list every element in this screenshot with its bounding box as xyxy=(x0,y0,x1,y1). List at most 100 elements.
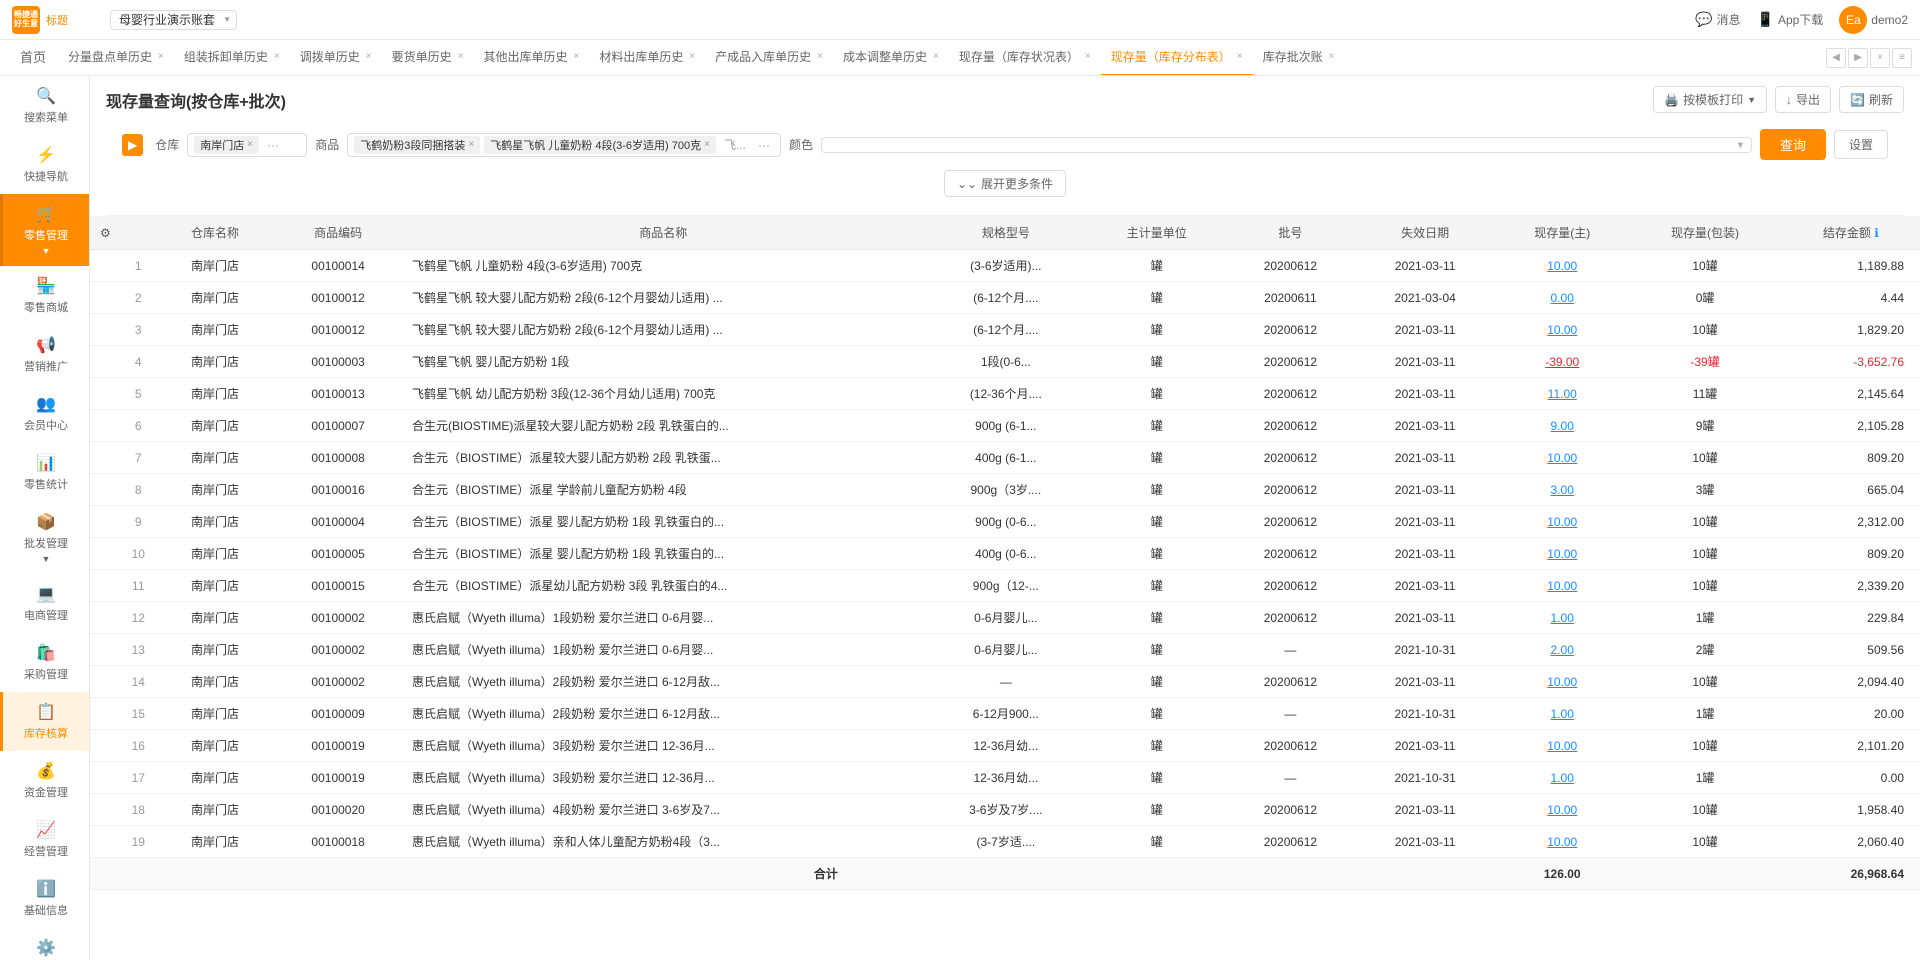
row-qty-main[interactable]: 9.00 xyxy=(1496,410,1628,442)
row-qty-main[interactable]: 11.00 xyxy=(1496,378,1628,410)
row-settings[interactable] xyxy=(90,698,121,730)
sidebar-item-finance[interactable]: 💰 资金管理 xyxy=(0,751,89,810)
tab-close-icon[interactable]: × xyxy=(158,51,164,62)
tab-close-icon[interactable]: × xyxy=(1329,51,1335,62)
tab-close-icon[interactable]: × xyxy=(1237,51,1243,62)
tab-home[interactable]: 首页 xyxy=(8,40,58,76)
tab-xiancunliang-status[interactable]: 现存量（库存状况表） × xyxy=(949,40,1101,76)
goods-more[interactable]: 飞... xyxy=(720,136,750,153)
row-qty-main[interactable]: 1.00 xyxy=(1496,698,1628,730)
row-qty-main[interactable]: 10.00 xyxy=(1496,538,1628,570)
sidebar-item-ecommerce[interactable]: 💻 电商管理 xyxy=(0,574,89,633)
row-settings[interactable] xyxy=(90,474,121,506)
tab-zuzhangchaijian[interactable]: 组装拆卸单历史 × xyxy=(174,40,290,76)
goods-filter-input[interactable]: 飞鹤奶粉3段同捆搭装 × 飞鹤星飞帆 儿童奶粉 4段(3-6岁适用) 700克 … xyxy=(347,133,781,157)
row-settings[interactable] xyxy=(90,314,121,346)
tab-close-icon[interactable]: × xyxy=(689,51,695,62)
row-qty-main[interactable]: 1.00 xyxy=(1496,602,1628,634)
refresh-btn[interactable]: 🔄 刷新 xyxy=(1839,86,1904,113)
color-filter-input[interactable]: ▼ xyxy=(821,137,1752,153)
row-qty-main[interactable]: 10.00 xyxy=(1496,570,1628,602)
goods-ellipsis[interactable]: ··· xyxy=(754,138,774,152)
nav-prev-arrow[interactable]: ◀ xyxy=(1826,48,1846,68)
account-select-wrap[interactable]: 母婴行业演示账套 xyxy=(110,10,237,30)
row-settings[interactable] xyxy=(90,250,121,282)
query-btn[interactable]: 查询 xyxy=(1760,129,1826,160)
print-btn[interactable]: 🖨️ 按模板打印 ▼ xyxy=(1653,86,1767,113)
tab-kucunpicizh[interactable]: 库存批次账 × xyxy=(1253,40,1345,76)
nav-menu-arrow[interactable]: ≡ xyxy=(1892,48,1912,68)
account-select[interactable]: 母婴行业演示账套 xyxy=(110,10,237,30)
warehouse-more[interactable]: ··· xyxy=(263,138,283,152)
filter-collapse-btn[interactable]: ▶ xyxy=(122,134,143,156)
row-qty-main[interactable]: 10.00 xyxy=(1496,314,1628,346)
row-settings[interactable] xyxy=(90,346,121,378)
row-settings[interactable] xyxy=(90,378,121,410)
row-qty-main[interactable]: 1.00 xyxy=(1496,762,1628,794)
sidebar-item-retail-stats[interactable]: 📊 零售统计 xyxy=(0,443,89,502)
goods-tag-1-close[interactable]: × xyxy=(468,139,474,150)
tab-qitachuku[interactable]: 其他出库单历史 × xyxy=(473,40,589,76)
row-settings[interactable] xyxy=(90,538,121,570)
balance-info-icon[interactable]: ℹ xyxy=(1874,226,1879,240)
warehouse-tag-close[interactable]: × xyxy=(247,139,253,150)
tab-close-icon[interactable]: × xyxy=(933,51,939,62)
row-qty-main[interactable]: 0.00 xyxy=(1496,282,1628,314)
row-qty-main[interactable]: 10.00 xyxy=(1496,826,1628,858)
row-settings[interactable] xyxy=(90,410,121,442)
sidebar-item-purchase[interactable]: 🛍️ 采购管理 xyxy=(0,633,89,692)
color-dropdown-icon[interactable]: ▼ xyxy=(1736,140,1745,150)
tab-close-icon[interactable]: × xyxy=(458,51,464,62)
row-qty-main[interactable]: 10.00 xyxy=(1496,506,1628,538)
export-btn[interactable]: ↓ 导出 xyxy=(1775,86,1831,113)
sidebar-item-system[interactable]: ⚙️ 系统管理 xyxy=(0,928,89,960)
row-settings[interactable] xyxy=(90,730,121,762)
row-settings[interactable] xyxy=(90,794,121,826)
tab-fenliangpandian[interactable]: 分量盘点单历史 × xyxy=(58,40,174,76)
sidebar-item-retail-shop[interactable]: 🏪 零售商城 xyxy=(0,266,89,325)
tab-cailiaochuku[interactable]: 材料出库单历史 × xyxy=(589,40,705,76)
goods-tag-2-close[interactable]: × xyxy=(704,139,710,150)
tab-close-icon[interactable]: × xyxy=(817,51,823,62)
tab-diaobodanli[interactable]: 调拨单历史 × xyxy=(290,40,382,76)
app-download-btn[interactable]: 📱 App下载 xyxy=(1757,11,1824,28)
sidebar-item-basic-info[interactable]: ℹ️ 基础信息 xyxy=(0,869,89,928)
row-qty-main[interactable]: 10.00 xyxy=(1496,794,1628,826)
row-qty-main[interactable]: 10.00 xyxy=(1496,442,1628,474)
tab-xiancunliang-dist[interactable]: 现存量（库存分布表） × xyxy=(1101,40,1253,76)
row-settings[interactable] xyxy=(90,762,121,794)
tab-close-icon[interactable]: × xyxy=(366,51,372,62)
row-qty-main[interactable]: 10.00 xyxy=(1496,730,1628,762)
row-qty-main[interactable]: 10.00 xyxy=(1496,666,1628,698)
sidebar-item-member[interactable]: 👥 会员中心 xyxy=(0,384,89,443)
sidebar-item-retail-mgmt[interactable]: 🛒 零售管理 ▼ xyxy=(0,194,89,266)
row-settings[interactable] xyxy=(90,570,121,602)
row-qty-main[interactable]: 2.00 xyxy=(1496,634,1628,666)
nav-close-arrow[interactable]: × xyxy=(1870,48,1890,68)
row-qty-main[interactable]: 3.00 xyxy=(1496,474,1628,506)
tab-chanchengru[interactable]: 产成品入库单历史 × xyxy=(705,40,833,76)
tab-close-icon[interactable]: × xyxy=(1085,51,1091,62)
tab-chengbentiaozhen[interactable]: 成本调整单历史 × xyxy=(833,40,949,76)
row-qty-main[interactable]: -39.00 xyxy=(1496,346,1628,378)
message-btn[interactable]: 💬 消息 xyxy=(1695,11,1740,28)
row-settings[interactable] xyxy=(90,506,121,538)
settings-col-header[interactable]: ⚙ xyxy=(90,216,121,250)
sidebar-item-wholesale[interactable]: 📦 批发管理 ▼ xyxy=(0,502,89,574)
sidebar-item-quicknav[interactable]: ⚡ 快捷导航 xyxy=(0,135,89,194)
warehouse-filter-input[interactable]: 南岸门店 × ··· xyxy=(187,133,307,157)
sidebar-item-marketing[interactable]: 📢 营销推广 xyxy=(0,325,89,384)
sidebar-item-operations[interactable]: 📈 经营管理 xyxy=(0,810,89,869)
row-settings[interactable] xyxy=(90,634,121,666)
sidebar-item-inventory[interactable]: 📋 库存核算 xyxy=(0,692,89,751)
row-settings[interactable] xyxy=(90,602,121,634)
row-settings[interactable] xyxy=(90,282,121,314)
tab-close-icon[interactable]: × xyxy=(573,51,579,62)
nav-next-arrow[interactable]: ▶ xyxy=(1848,48,1868,68)
user-info[interactable]: Ea demo2 xyxy=(1839,6,1908,34)
tab-yaohuo[interactable]: 要货单历史 × xyxy=(382,40,474,76)
settings-btn[interactable]: 设置 xyxy=(1834,130,1888,159)
row-settings[interactable] xyxy=(90,442,121,474)
sidebar-item-search[interactable]: 🔍 搜索菜单 xyxy=(0,76,89,135)
row-settings[interactable] xyxy=(90,826,121,858)
